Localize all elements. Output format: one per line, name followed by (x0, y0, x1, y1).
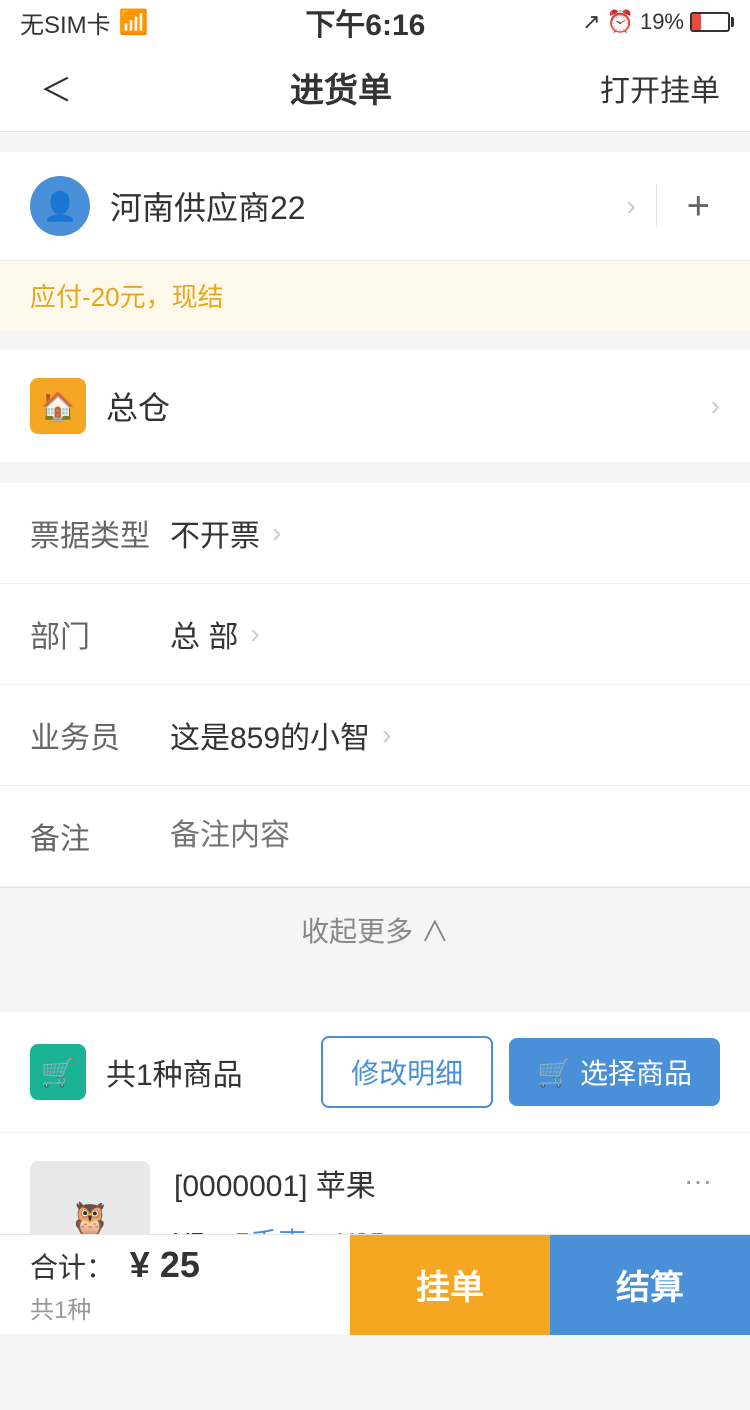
battery-percent: 19% (640, 9, 684, 35)
battery-fill (692, 14, 701, 30)
cart-icon: 🛒 (537, 1056, 572, 1089)
hang-button[interactable]: 挂单 (350, 1235, 550, 1335)
remark-input[interactable] (170, 819, 720, 853)
gap-4 (0, 972, 750, 992)
collapse-label: 收起更多 ∧ (301, 916, 449, 947)
total-label: 合计： (30, 1252, 114, 1283)
warehouse-label: 总仓 (106, 383, 711, 429)
divider (656, 184, 657, 228)
department-value: 总 部 (170, 612, 238, 656)
wifi-icon: 📶 (119, 8, 149, 37)
salesperson-row[interactable]: 业务员 这是859的小智 › (0, 685, 750, 786)
add-button[interactable]: + (677, 184, 720, 229)
total-amount: ¥ 25 (130, 1244, 200, 1285)
supplier-name: 河南供应商22 (110, 183, 626, 229)
department-label: 部门 (30, 612, 170, 656)
supplier-row[interactable]: 👤 河南供应商22 › + (0, 152, 750, 261)
back-button[interactable]: ＜ (30, 55, 82, 121)
form-section: 票据类型 不开票 › 部门 总 部 › 业务员 这是859的小智 › 备注 收起… (0, 483, 750, 972)
total-count: 共1种 (30, 1290, 320, 1325)
supplier-section: 👤 河南供应商22 › + 应付-20元，现结 (0, 152, 750, 330)
products-count: 共1种商品 (106, 1050, 321, 1094)
status-bar: 无SIM卡 📶 下午6:16 ↗ ⏰ 19% (0, 0, 750, 44)
product-name: [0000001] 苹果 (174, 1161, 676, 1205)
salesperson-label: 业务员 (30, 713, 170, 757)
remark-row[interactable]: 备注 (0, 786, 750, 887)
department-row[interactable]: 部门 总 部 › (0, 584, 750, 685)
warehouse-row[interactable]: 🏠 总仓 › (0, 350, 750, 463)
salesperson-value: 这是859的小智 (170, 713, 370, 757)
nav-bar: ＜ 进货单 打开挂单 (0, 44, 750, 132)
edit-detail-button[interactable]: 修改明细 (321, 1036, 493, 1108)
select-product-label: 选择商品 (580, 1052, 692, 1092)
open-hang-button[interactable]: 打开挂单 (600, 66, 720, 110)
chevron-right-icon-2: › (711, 390, 720, 422)
status-bar-right: ↗ ⏰ 19% (582, 9, 730, 35)
direction-icon: ↗ (582, 9, 600, 35)
products-icon: 🛒 (30, 1044, 86, 1100)
battery-icon (690, 12, 730, 32)
more-button[interactable]: ··· (676, 1161, 720, 1201)
page-title: 进货单 (290, 63, 392, 112)
invoice-type-value: 不开票 (170, 511, 260, 555)
gap-3 (0, 463, 750, 483)
checkout-button[interactable]: 结算 (550, 1235, 750, 1335)
bottom-bar: 合计： ¥ 25 共1种 挂单 结算 (0, 1234, 750, 1334)
remark-label: 备注 (30, 814, 170, 858)
chevron-right-icon: › (626, 190, 635, 222)
status-bar-left: 无SIM卡 📶 (20, 5, 149, 40)
warehouse-icon: 🏠 (30, 378, 86, 434)
total-section: 合计： ¥ 25 共1种 (0, 1244, 350, 1325)
chevron-right-icon-4: › (250, 618, 259, 650)
status-bar-time: 下午6:16 (305, 0, 425, 44)
gap-2 (0, 330, 750, 350)
total-line: 合计： ¥ 25 (30, 1244, 320, 1286)
warehouse-section: 🏠 总仓 › (0, 350, 750, 463)
products-header: 🛒 共1种商品 修改明细 🛒 选择商品 (0, 1012, 750, 1133)
notice-bar: 应付-20元，现结 (0, 261, 750, 330)
select-product-button[interactable]: 🛒 选择商品 (509, 1038, 720, 1106)
carrier-label: 无SIM卡 (20, 5, 111, 40)
chevron-right-icon-3: › (272, 517, 281, 549)
collapse-button[interactable]: 收起更多 ∧ (0, 887, 750, 972)
invoice-type-label: 票据类型 (30, 511, 170, 555)
avatar: 👤 (30, 176, 90, 236)
gap-1 (0, 132, 750, 152)
invoice-type-row[interactable]: 票据类型 不开票 › (0, 483, 750, 584)
chevron-right-icon-5: › (382, 719, 391, 751)
alarm-icon: ⏰ (607, 9, 634, 35)
avatar-icon: 👤 (43, 190, 78, 223)
notice-text: 应付-20元，现结 (30, 282, 224, 312)
